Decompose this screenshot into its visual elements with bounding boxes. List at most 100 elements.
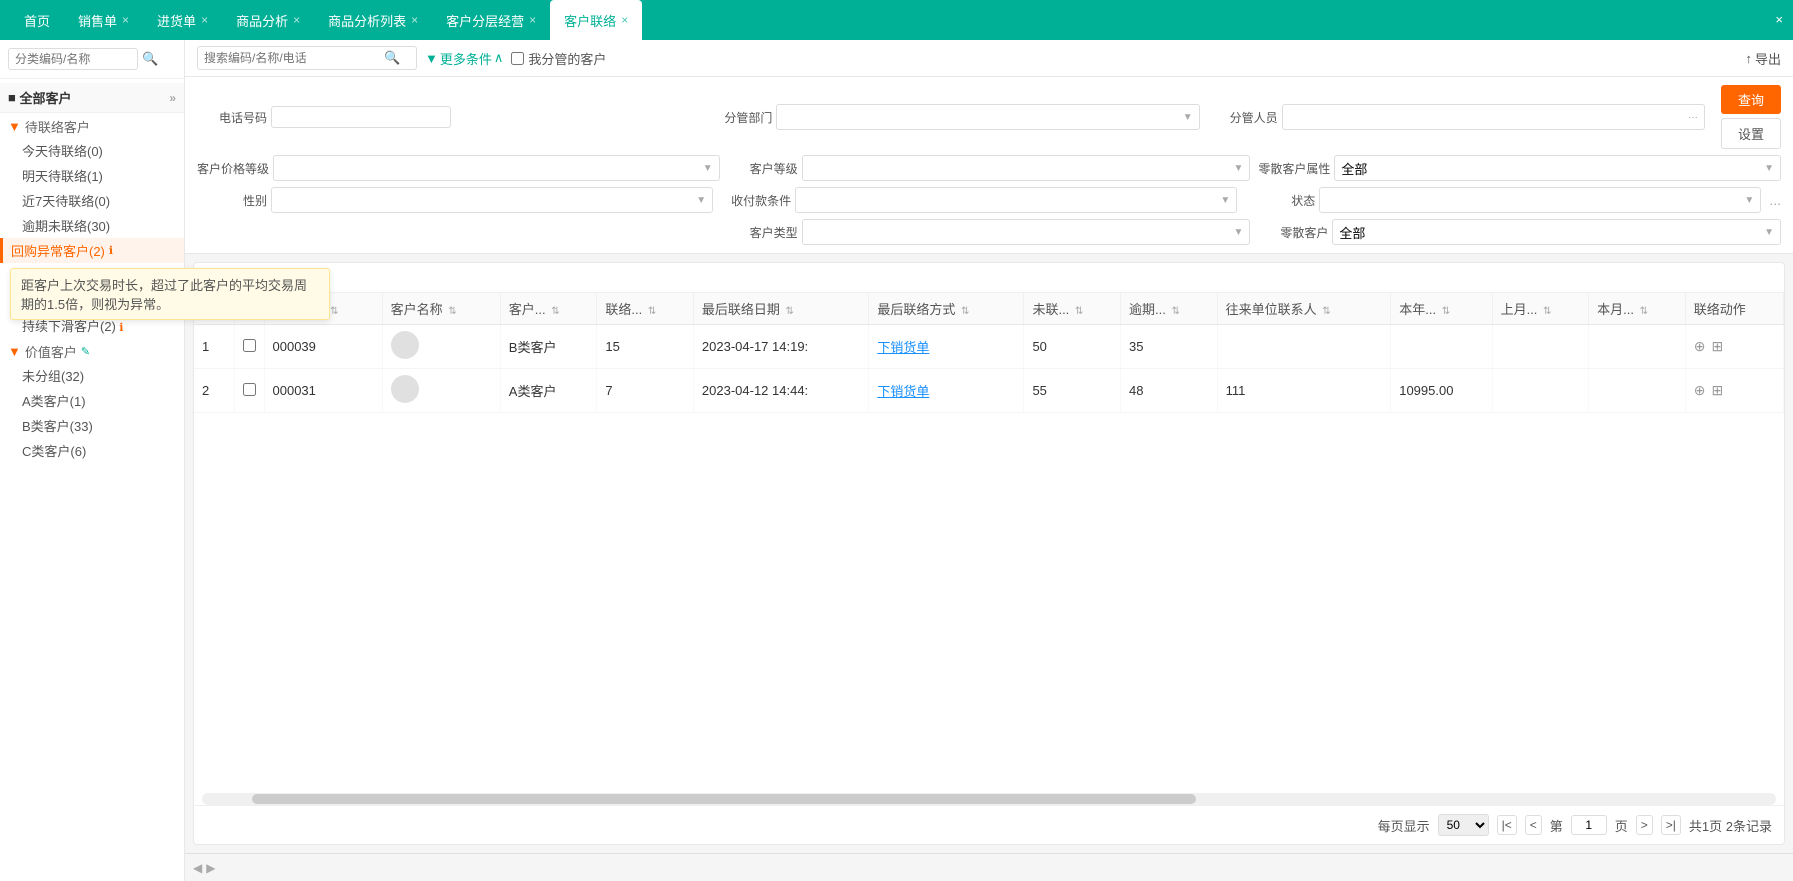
cell-name: [382, 325, 500, 369]
close-icon[interactable]: ×: [529, 13, 536, 27]
col-contact-count[interactable]: 联络... ⇅: [597, 293, 694, 325]
query-button[interactable]: 查询: [1721, 85, 1781, 114]
manager-select[interactable]: ···: [1282, 104, 1705, 130]
sidebar-item-a-class[interactable]: A类客户(1): [0, 388, 184, 413]
sidebar-group-value[interactable]: ▼ 价值客户 ✎: [0, 338, 184, 363]
export-button[interactable]: ↑ 导出: [1745, 49, 1781, 68]
retail-attr-select[interactable]: 全部 ▼: [1334, 155, 1781, 181]
page-input[interactable]: [1571, 815, 1607, 835]
table-area: ⚙ 客户编码 ⇅: [193, 262, 1785, 845]
col-this-year[interactable]: 本年... ⇅: [1391, 293, 1492, 325]
cell-last-method[interactable]: 下销货单: [869, 369, 1024, 413]
top-navigation: 首页 销售单 × 进货单 × 商品分析 × 商品分析列表 × 客户分层经营 × …: [0, 0, 1793, 40]
close-icon[interactable]: ×: [122, 13, 129, 27]
link-icon[interactable]: ⊕: [1694, 382, 1706, 399]
sidebar-item-repurchase-abnormal[interactable]: 回购异常客户(2) ℹ: [0, 238, 184, 263]
page-size-select[interactable]: 50 20 100: [1438, 814, 1489, 836]
phone-input[interactable]: [271, 106, 451, 128]
department-select[interactable]: ▼: [776, 104, 1199, 130]
grid-icon[interactable]: ⊞: [1711, 382, 1723, 399]
link-icon[interactable]: ⊕: [1694, 338, 1706, 355]
price-level-select[interactable]: ▼: [273, 155, 720, 181]
edit-icon[interactable]: ✎: [81, 345, 90, 358]
nav-tab-purchase[interactable]: 进货单 ×: [143, 0, 222, 40]
close-icon[interactable]: ×: [293, 13, 300, 27]
close-icon[interactable]: ×: [621, 13, 628, 27]
info-icon[interactable]: ℹ: [119, 322, 123, 334]
col-last-method[interactable]: 最后联络方式 ⇅: [869, 293, 1024, 325]
filter-row-2: 客户价格等级 ▼ 客户等级 ▼ 零散客户属性 全部: [197, 155, 1781, 181]
setting-button[interactable]: 设置: [1721, 118, 1781, 149]
right-arrow-icon[interactable]: ▶: [206, 861, 215, 875]
chevron-down-icon: ▼: [703, 163, 713, 174]
prev-page-button[interactable]: <: [1525, 815, 1542, 835]
sidebar-item-overdue[interactable]: 逾期未联络(30): [0, 213, 184, 238]
sidebar-item-today[interactable]: 今天待联络(0): [0, 138, 184, 163]
col-contacts[interactable]: 往来单位联系人 ⇅: [1217, 293, 1391, 325]
sidebar-item-7days[interactable]: 近7天待联络(0): [0, 188, 184, 213]
col-last-month[interactable]: 上月... ⇅: [1492, 293, 1589, 325]
collapse-icon[interactable]: »: [169, 91, 176, 105]
retail-customer-select[interactable]: 全部 ▼: [1332, 219, 1781, 245]
arrow-icon: ▼: [8, 344, 21, 359]
nav-tab-home[interactable]: 首页: [10, 0, 64, 40]
left-arrow-icon[interactable]: ◀: [193, 861, 202, 875]
filter-icon: ▼: [425, 51, 438, 66]
more-dots[interactable]: ...: [1769, 192, 1781, 208]
customer-type-select[interactable]: ▼: [802, 219, 1251, 245]
scrollbar-thumb[interactable]: [252, 794, 1196, 804]
close-all-button[interactable]: ×: [1775, 11, 1783, 29]
action-icons: ⊕ ⊞: [1694, 382, 1775, 399]
my-customers-toggle[interactable]: 我分管的客户: [511, 49, 606, 68]
close-icon[interactable]: ×: [201, 13, 208, 27]
last-page-button[interactable]: >|: [1661, 815, 1681, 835]
nav-tab-customer-tier[interactable]: 客户分层经营 ×: [432, 0, 550, 40]
col-overdue[interactable]: 逾期... ⇅: [1121, 293, 1218, 325]
next-page-button[interactable]: >: [1636, 815, 1653, 835]
sidebar-item-tomorrow[interactable]: 明天待联络(1): [0, 163, 184, 188]
nav-tab-sales[interactable]: 销售单 ×: [64, 0, 143, 40]
my-customers-checkbox[interactable]: [511, 52, 524, 65]
nav-tab-customer-contact[interactable]: 客户联络 ×: [550, 0, 642, 40]
grid-icon[interactable]: ⊞: [1711, 338, 1723, 355]
close-icon[interactable]: ×: [411, 13, 418, 27]
sidebar-group-pending[interactable]: ▼ 待联络客户: [0, 113, 184, 138]
chevron-down-icon: ▼: [1233, 227, 1243, 238]
cell-last-date: 2023-04-17 14:19:: [693, 325, 868, 369]
cell-action: ⊕ ⊞: [1685, 325, 1783, 369]
sidebar-item-c-class[interactable]: C类客户(6): [0, 438, 184, 463]
info-icon[interactable]: ℹ: [109, 244, 113, 257]
cell-overdue: 35: [1121, 325, 1218, 369]
col-last-date[interactable]: 最后联络日期 ⇅: [693, 293, 868, 325]
col-unlinkable[interactable]: 未联... ⇅: [1024, 293, 1121, 325]
col-this-month[interactable]: 本月... ⇅: [1589, 293, 1686, 325]
page-label: 第: [1550, 816, 1563, 835]
row-checkbox[interactable]: [243, 339, 256, 352]
col-name[interactable]: 客户名称 ⇅: [382, 293, 500, 325]
cell-contact-count: 15: [597, 325, 694, 369]
search-icon[interactable]: 🔍: [142, 51, 158, 67]
row-checkbox[interactable]: [243, 383, 256, 396]
sidebar-all-customers[interactable]: ■ 全部客户 »: [0, 83, 184, 113]
search-input[interactable]: [204, 51, 384, 65]
horizontal-scrollbar[interactable]: [202, 793, 1776, 805]
more-conditions-btn[interactable]: ▼ 更多条件 ∧: [425, 49, 503, 68]
customer-level-select[interactable]: ▼: [802, 155, 1251, 181]
cell-checkbox[interactable]: [234, 369, 264, 413]
col-type[interactable]: 客户... ⇅: [500, 293, 597, 325]
nav-tab-product-analysis[interactable]: 商品分析 ×: [222, 0, 314, 40]
payment-select[interactable]: ▼: [795, 187, 1237, 213]
nav-tab-product-list[interactable]: 商品分析列表 ×: [314, 0, 432, 40]
bottom-area: ◀ ▶: [185, 853, 1793, 881]
search-icon[interactable]: 🔍: [384, 50, 400, 66]
table-row: 2 000031 A类客户 7 2023-04-12 14:44: 下销货单: [194, 369, 1784, 413]
cell-checkbox[interactable]: [234, 325, 264, 369]
table-scroll[interactable]: 客户编码 ⇅ 客户名称 ⇅ 客户... ⇅: [194, 293, 1784, 793]
status-select[interactable]: ▼: [1319, 187, 1761, 213]
sidebar-search-input[interactable]: [8, 48, 138, 70]
sidebar-item-b-class[interactable]: B类客户(33): [0, 413, 184, 438]
first-page-button[interactable]: |<: [1497, 815, 1517, 835]
cell-last-method[interactable]: 下销货单: [869, 325, 1024, 369]
sidebar-item-ungroup[interactable]: 未分组(32): [0, 363, 184, 388]
gender-select[interactable]: ▼: [271, 187, 713, 213]
